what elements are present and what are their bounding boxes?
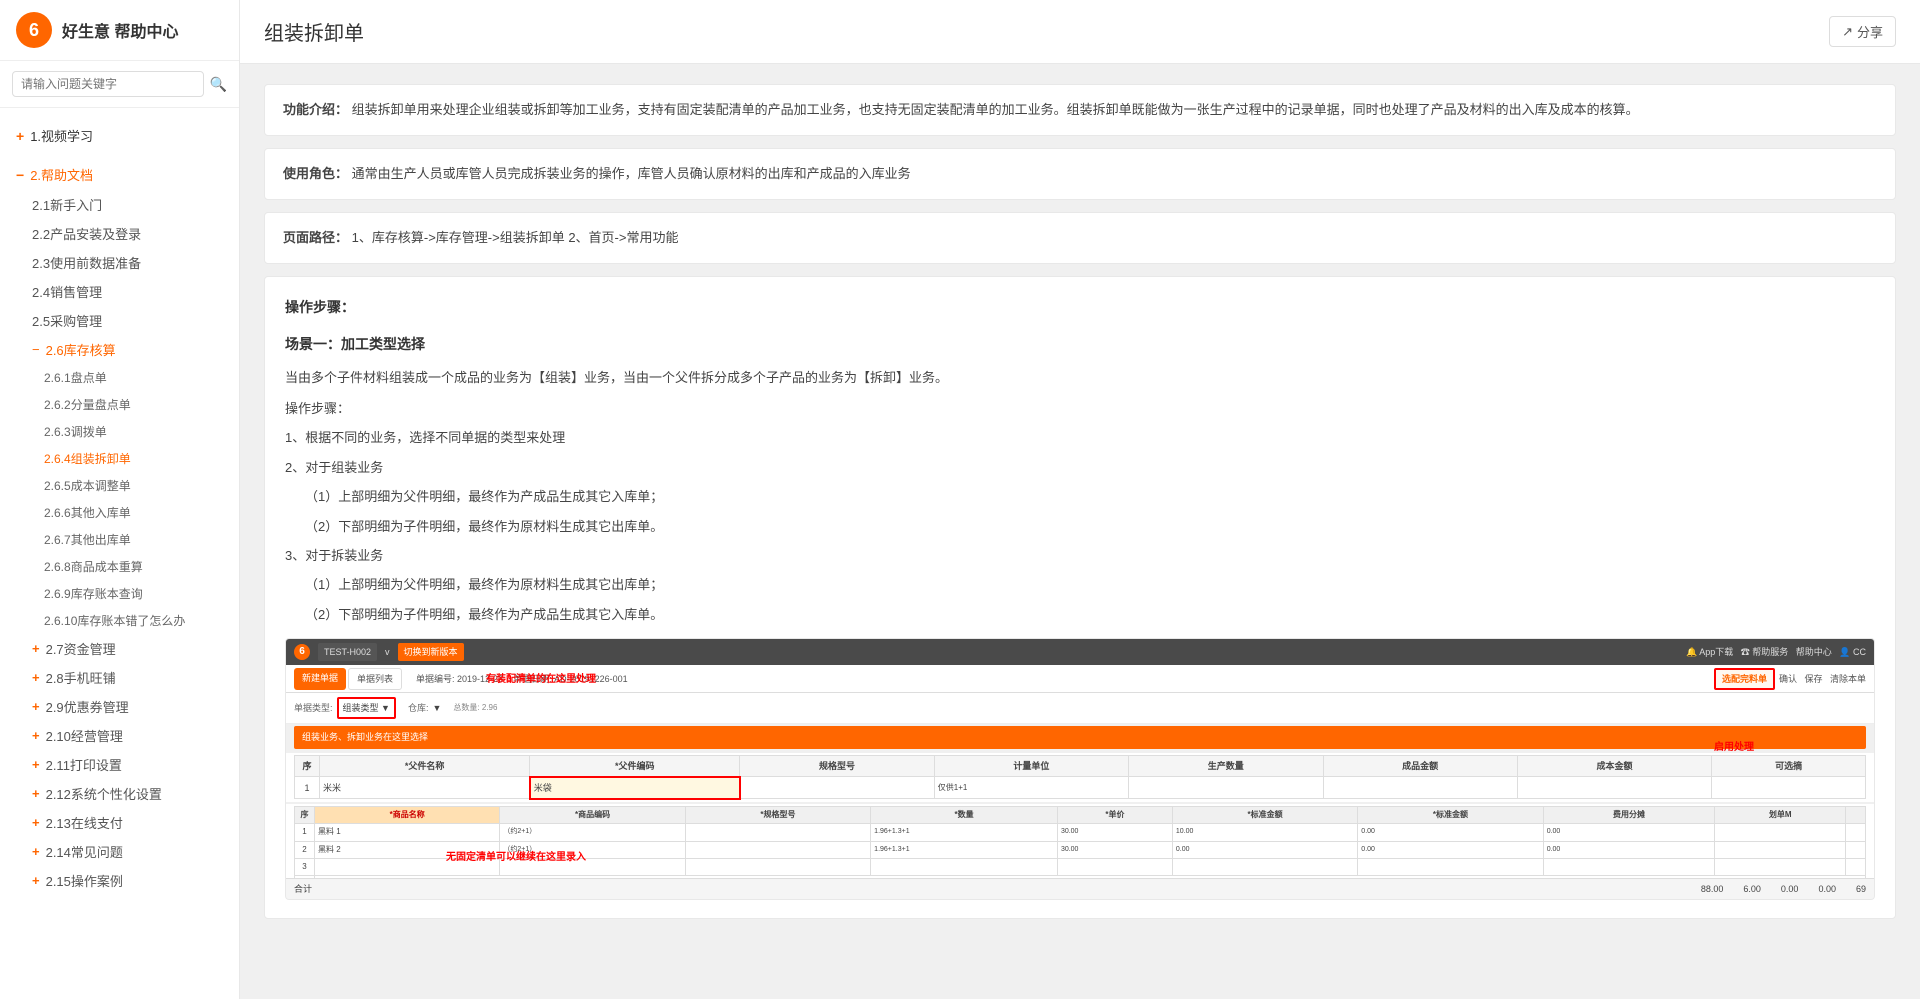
scene-desc: 当由多个子件材料组装成一个成品的业务为【组装】业务，当由一个父件拆分成多个子产品… <box>285 366 1875 389</box>
plus-icon-6: + <box>32 728 40 743</box>
plus-icon-9: + <box>32 815 40 830</box>
plus-icon-8: + <box>32 786 40 801</box>
sidebar-item-assembly[interactable]: 2.6.4组装拆卸单 <box>0 445 239 472</box>
sidebar-item-coupon[interactable]: + 2.9优惠券管理 <box>0 692 239 721</box>
ops-steps-label: 操作步骤： <box>285 397 1875 420</box>
share-button[interactable]: ↗ 分享 <box>1829 16 1896 47</box>
search-icon[interactable]: 🔍 <box>210 76 227 93</box>
intro-box: 功能介绍： 组装拆卸单用来处理企业组装或拆卸等加工业务，支持有固定装配清单的产品… <box>264 84 1896 136</box>
screenshot-container: 6 TEST-H002 v 切换到新版本 🔔 App下载 ☎ 帮助服务 帮助中心… <box>285 638 1875 900</box>
plus-icon-5: + <box>32 699 40 714</box>
step2: 2、对于组装业务 <box>285 456 1875 479</box>
plus-icon-7: + <box>32 757 40 772</box>
sidebar-item-beginner[interactable]: 2.1新手入门 <box>0 190 239 219</box>
screenshot-image: 6 TEST-H002 v 切换到新版本 🔔 App下载 ☎ 帮助服务 帮助中心… <box>286 639 1874 899</box>
sidebar-item-install[interactable]: 2.2产品安装及登录 <box>0 219 239 248</box>
annotation-1-label: 有装配清单的在这里处理 <box>486 671 596 689</box>
sidebar-item-data-prep[interactable]: 2.3使用前数据准备 <box>0 248 239 277</box>
path-text: 1、库存核算->库存管理->组装拆卸单 2、首页->常用功能 <box>352 230 679 245</box>
sidebar-item-cost-recalc[interactable]: 2.6.8商品成本重算 <box>0 553 239 580</box>
step2-2: （2）下部明细为子件明细，最终作为原材料生成其它出库单。 <box>285 515 1875 538</box>
sidebar-item-stock-error[interactable]: 2.6.10库存账本错了怎么办 <box>0 607 239 634</box>
sidebar-item-personalize[interactable]: + 2.12系统个性化设置 <box>0 779 239 808</box>
logo-icon: 6 <box>16 12 52 48</box>
scene-label: 场景一：加工类型选择 <box>285 332 1875 357</box>
page-title: 组装拆卸单 <box>264 17 364 46</box>
annotation-4-label: 启用处理 <box>1714 739 1754 757</box>
sidebar-header: 6 好生意 帮助中心 <box>0 0 239 61</box>
ops-block: 操作步骤： 场景一：加工类型选择 当由多个子件材料组装成一个成品的业务为【组装】… <box>264 276 1896 919</box>
sidebar-item-partial-stock[interactable]: 2.6.2分量盘点单 <box>0 391 239 418</box>
sidebar-item-stock-ledger[interactable]: 2.6.9库存账本查询 <box>0 580 239 607</box>
brand-title: 好生意 帮助中心 <box>62 18 178 42</box>
main-area: 组装拆卸单 ↗ 分享 功能介绍： 组装拆卸单用来处理企业组装或拆卸等加工业务，支… <box>240 0 1920 999</box>
step3-1: （1）上部明细为父件明细，最终作为原材料生成其它出库单； <box>285 573 1875 596</box>
sidebar-item-stocktake[interactable]: 2.6.1盘点单 <box>0 364 239 391</box>
sidebar-item-ops-mgmt[interactable]: + 2.10经营管理 <box>0 721 239 750</box>
minus-icon: − <box>16 167 24 183</box>
content-area: 功能介绍： 组装拆卸单用来处理企业组装或拆卸等加工业务，支持有固定装配清单的产品… <box>240 64 1920 999</box>
sidebar-item-faq[interactable]: + 2.14常见问题 <box>0 837 239 866</box>
annotation-5-label: 无固定清单可以继续在这里录入 <box>446 849 586 867</box>
step2-1: （1）上部明细为父件明细，最终作为产成品生成其它入库单； <box>285 485 1875 508</box>
sidebar-item-transfer[interactable]: 2.6.3调拨单 <box>0 418 239 445</box>
plus-icon-4: + <box>32 670 40 685</box>
sidebar-item-docs[interactable]: − 2.帮助文档 <box>0 159 239 190</box>
share-icon: ↗ <box>1842 24 1853 40</box>
role-text: 通常由生产人员或库管人员完成拆装业务的操作，库管人员确认原材料的出库和产成品的入… <box>352 166 911 181</box>
step3: 3、对于拆装业务 <box>285 544 1875 567</box>
intro-text: 组装拆卸单用来处理企业组装或拆卸等加工业务，支持有固定装配清单的产品加工业务，也… <box>352 102 1639 117</box>
sidebar-item-other-out[interactable]: 2.6.7其他出库单 <box>0 526 239 553</box>
sidebar-item-payment[interactable]: + 2.13在线支付 <box>0 808 239 837</box>
main-header: 组装拆卸单 ↗ 分享 <box>240 0 1920 64</box>
plus-icon-10: + <box>32 844 40 859</box>
role-box: 使用角色： 通常由生产人员或库管人员完成拆装业务的操作，库管人员确认原材料的出库… <box>264 148 1896 200</box>
step3-2: （2）下部明细为子件明细，最终作为产成品生成其它入库单。 <box>285 603 1875 626</box>
nav-section-1: + 1.视频学习 <box>0 116 239 155</box>
sidebar-item-purchase[interactable]: 2.5采购管理 <box>0 306 239 335</box>
step1: 1、根据不同的业务，选择不同单据的类型来处理 <box>285 426 1875 449</box>
search-input[interactable] <box>12 71 204 97</box>
sidebar-item-print[interactable]: + 2.11打印设置 <box>0 750 239 779</box>
sidebar-item-finance[interactable]: + 2.7资金管理 <box>0 634 239 663</box>
sidebar-item-mobile[interactable]: + 2.8手机旺铺 <box>0 663 239 692</box>
plus-icon: + <box>16 128 24 144</box>
sidebar-item-cases[interactable]: + 2.15操作案例 <box>0 866 239 895</box>
sidebar-item-cost-adjust[interactable]: 2.6.5成本调整单 <box>0 472 239 499</box>
ops-label: 操作步骤： <box>285 295 1875 320</box>
role-label: 使用角色： <box>283 166 348 181</box>
sidebar-item-other-in[interactable]: 2.6.6其他入库单 <box>0 499 239 526</box>
path-label: 页面路径： <box>283 230 348 245</box>
intro-label: 功能介绍： <box>283 102 348 117</box>
plus-icon-3: + <box>32 641 40 656</box>
sidebar: 6 好生意 帮助中心 🔍 + 1.视频学习 − 2.帮助文档 2.1新手入门 2… <box>0 0 240 999</box>
sidebar-item-sales[interactable]: 2.4销售管理 <box>0 277 239 306</box>
plus-icon-11: + <box>32 873 40 888</box>
sidebar-item-inventory[interactable]: − 2.6库存核算 <box>0 335 239 364</box>
path-box: 页面路径： 1、库存核算->库存管理->组装拆卸单 2、首页->常用功能 <box>264 212 1896 264</box>
sidebar-item-video[interactable]: + 1.视频学习 <box>0 120 239 151</box>
minus-icon-2: − <box>32 342 40 357</box>
sidebar-nav: + 1.视频学习 − 2.帮助文档 2.1新手入门 2.2产品安装及登录 2.3… <box>0 108 239 999</box>
nav-section-2: − 2.帮助文档 2.1新手入门 2.2产品安装及登录 2.3使用前数据准备 2… <box>0 155 239 899</box>
search-box: 🔍 <box>0 61 239 108</box>
